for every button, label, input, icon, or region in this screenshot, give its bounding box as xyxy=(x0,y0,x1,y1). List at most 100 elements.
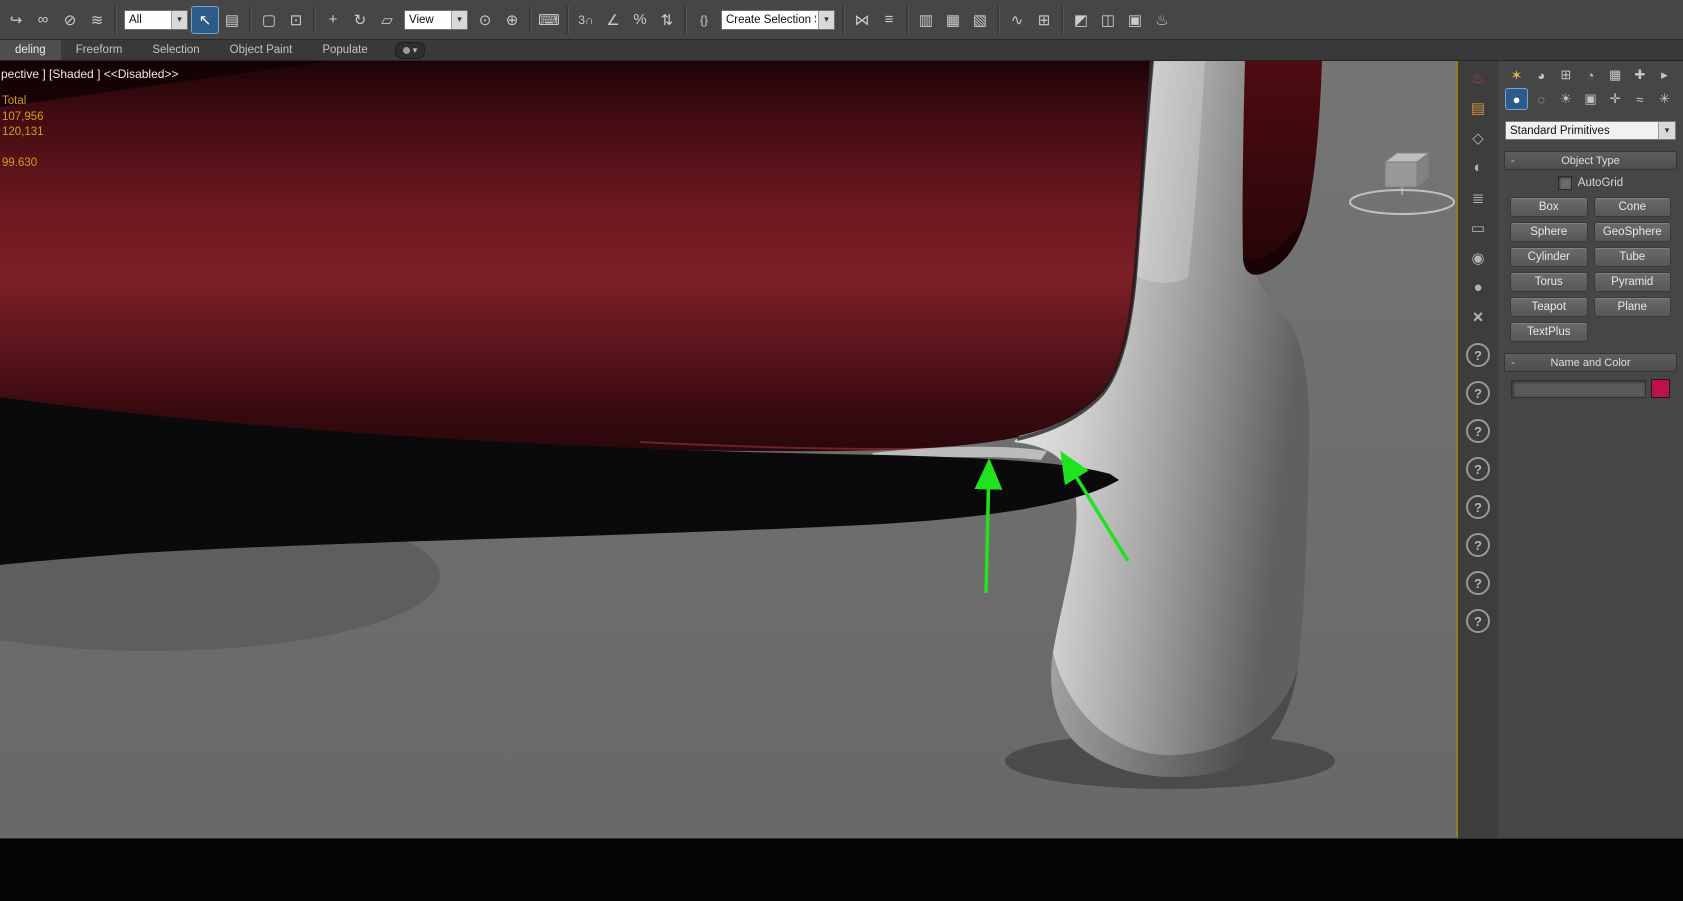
toolbar-separator xyxy=(529,5,532,34)
help-button[interactable]: ? xyxy=(1466,381,1490,405)
tab-modeling[interactable]: deling xyxy=(0,40,61,60)
name-color-rollout-header[interactable]: - Name and Color xyxy=(1504,353,1677,372)
tab-selection[interactable]: Selection xyxy=(137,40,214,60)
tab-populate[interactable]: Populate xyxy=(307,40,382,60)
select-object-icon[interactable]: ↖ xyxy=(191,5,219,34)
object-color-swatch[interactable] xyxy=(1651,379,1670,398)
cylinder-button[interactable]: Cylinder xyxy=(1510,247,1588,267)
ribbon-config-dropdown[interactable]: ▾ xyxy=(394,41,426,59)
primitive-category-dropdown[interactable]: Standard Primitives ▾ xyxy=(1505,121,1676,140)
ribbon-toggle-icon[interactable]: ▧ xyxy=(967,7,993,33)
car-body[interactable] xyxy=(0,61,1150,452)
help-button[interactable]: ? xyxy=(1466,457,1490,481)
align-icon[interactable]: ≡ xyxy=(876,7,902,33)
spacewarps-category-tab[interactable]: ≈ xyxy=(1629,89,1650,109)
panel-corner-icon: ▸ xyxy=(1661,67,1668,82)
chevron-down-icon: ▾ xyxy=(818,10,834,29)
material-editor-icon[interactable]: ◩ xyxy=(1068,7,1094,33)
plane-button[interactable]: Plane xyxy=(1593,297,1671,317)
select-and-move-icon[interactable]: + xyxy=(320,7,346,33)
help-button[interactable]: ? xyxy=(1466,419,1490,443)
select-and-link-icon[interactable]: ∞ xyxy=(30,7,56,33)
layer-explorer-icon[interactable]: ▦ xyxy=(940,7,966,33)
close-icon[interactable]: × xyxy=(1465,306,1491,329)
angle-snap-icon[interactable]: ∠ xyxy=(600,7,626,33)
sphere-button[interactable]: Sphere xyxy=(1510,222,1588,242)
autogrid-checkbox[interactable] xyxy=(1557,176,1572,190)
cameras-category-tab[interactable]: ▣ xyxy=(1580,89,1601,109)
stats-total-label: Total xyxy=(2,95,27,107)
selection-filter-dropdown[interactable]: All ▾ xyxy=(124,9,188,30)
folder-icon[interactable]: ▤ xyxy=(1465,96,1491,119)
geometry-category-tab[interactable]: ● xyxy=(1505,88,1528,110)
window-crossing-icon[interactable]: ⊡ xyxy=(283,7,309,33)
dark-sphere-icon[interactable]: ● xyxy=(1465,276,1491,299)
torus-button[interactable]: Torus xyxy=(1510,272,1588,292)
helpers-category-tab[interactable]: ✛ xyxy=(1605,89,1626,109)
help-button[interactable]: ? xyxy=(1466,343,1490,367)
help-button[interactable]: ? xyxy=(1466,609,1490,633)
coord-system-value: View xyxy=(409,13,434,26)
help-button[interactable]: ? xyxy=(1466,571,1490,595)
scene-explorer-icon[interactable]: ▥ xyxy=(913,7,939,33)
unlink-selection-icon[interactable]: ⊘ xyxy=(57,7,83,33)
motion-tab[interactable]: ◔ xyxy=(1580,65,1601,85)
render-production-icon[interactable]: ♨ xyxy=(1149,7,1175,33)
hierarchy-tab[interactable]: ⊞ xyxy=(1555,65,1576,85)
curve-editor-icon[interactable]: ∿ xyxy=(1004,7,1030,33)
modify-tab[interactable]: ◕ xyxy=(1531,65,1552,85)
rendered-frame-icon[interactable]: ▣ xyxy=(1122,7,1148,33)
3dsmax-window: ↪ ∞ ⊘ ≋ All ▾ ↖ ▤ ▢ ⊡ + ↻ ▱ View ▾ ⊙ ⊕ ⌨… xyxy=(0,0,1683,901)
cone-button[interactable]: Cone xyxy=(1593,197,1671,217)
compass-icon[interactable]: ◇ xyxy=(1465,126,1491,149)
object-type-rollout-header[interactable]: - Object Type xyxy=(1504,151,1677,170)
render-teapot-icon[interactable]: ♨ xyxy=(1465,66,1491,89)
layers-icon[interactable]: ≣ xyxy=(1465,186,1491,209)
command-panel-tabs: ✶ ◕ ⊞ ◔ ▦ ✚ ▸ xyxy=(1498,61,1683,85)
ribbon-tab-bar: deling Freeform Selection Object Paint P… xyxy=(0,40,1683,61)
spinner-snap-icon[interactable]: ⇅ xyxy=(654,7,680,33)
named-selection-sets-dropdown[interactable]: Create Selection Se ▾ xyxy=(721,9,835,30)
textplus-button[interactable]: TextPlus xyxy=(1510,322,1588,342)
lights-category-tab[interactable]: ☀ xyxy=(1555,89,1576,109)
checker-ball-icon[interactable]: ◐ xyxy=(1465,156,1491,179)
object-name-field[interactable] xyxy=(1511,379,1646,398)
percent-snap-icon[interactable]: % xyxy=(627,7,653,33)
keyboard-override-icon[interactable]: ⌨ xyxy=(536,7,562,33)
select-and-rotate-icon[interactable]: ↻ xyxy=(347,7,373,33)
select-by-name-icon[interactable]: ▤ xyxy=(219,7,245,33)
schematic-view-icon[interactable]: ⊞ xyxy=(1031,7,1057,33)
bind-to-space-warp-icon[interactable]: ≋ xyxy=(84,7,110,33)
sphere-icon[interactable]: ◉ xyxy=(1465,246,1491,269)
ribbon-config-icon xyxy=(402,46,410,54)
utilities-tab[interactable]: ✚ xyxy=(1629,65,1650,85)
teapot-button[interactable]: Teapot xyxy=(1510,297,1588,317)
help-button[interactable]: ? xyxy=(1466,495,1490,519)
select-and-manipulate-icon[interactable]: ⊕ xyxy=(499,7,525,33)
snaps-toggle-icon[interactable]: 3∩ xyxy=(573,7,599,33)
mirror-icon[interactable]: ⋈ xyxy=(849,7,875,33)
create-tab[interactable]: ✶ xyxy=(1506,65,1527,85)
viewport-label[interactable]: pective ] [Shaded ] <<Disabled>> xyxy=(1,67,178,81)
help-button[interactable]: ? xyxy=(1466,533,1490,557)
redo-arrow-icon[interactable]: ↪ xyxy=(3,7,29,33)
use-pivot-center-icon[interactable]: ⊙ xyxy=(472,7,498,33)
perspective-viewport[interactable]: pective ] [Shaded ] <<Disabled>> Total 1… xyxy=(0,61,1458,838)
toolbar-separator xyxy=(566,5,569,34)
select-and-scale-icon[interactable]: ▱ xyxy=(374,7,400,33)
selection-region-icon[interactable]: ▢ xyxy=(256,7,282,33)
toolbar-separator xyxy=(842,5,845,34)
render-setup-icon[interactable]: ◫ xyxy=(1095,7,1121,33)
shapes-category-tab[interactable]: ◌ xyxy=(1531,89,1552,109)
tube-button[interactable]: Tube xyxy=(1593,247,1671,267)
systems-category-tab[interactable]: ✳ xyxy=(1654,89,1675,109)
display-tab[interactable]: ▦ xyxy=(1605,65,1626,85)
geosphere-button[interactable]: GeoSphere xyxy=(1593,222,1671,242)
pyramid-button[interactable]: Pyramid xyxy=(1593,272,1671,292)
edit-named-sets-icon[interactable]: {} xyxy=(691,7,717,33)
cylinder-icon[interactable]: ▭ xyxy=(1465,216,1491,239)
coord-system-dropdown[interactable]: View ▾ xyxy=(404,9,468,30)
box-button[interactable]: Box xyxy=(1510,197,1588,217)
tab-freeform[interactable]: Freeform xyxy=(61,40,138,60)
tab-object-paint[interactable]: Object Paint xyxy=(215,40,308,60)
